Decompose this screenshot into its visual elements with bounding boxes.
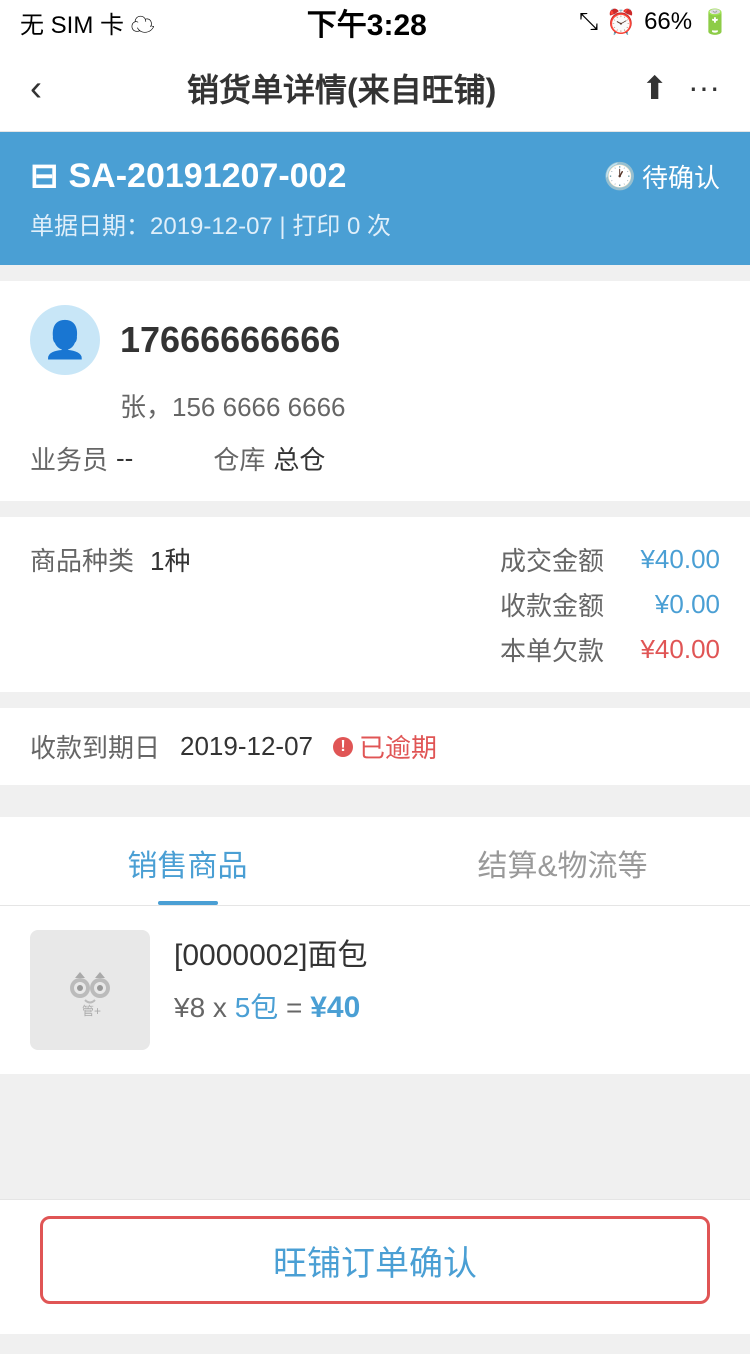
product-logo: 管+ bbox=[60, 960, 120, 1020]
nav-bar: ‹ 销货单详情(来自旺铺) ⬆ ··· bbox=[0, 44, 750, 132]
product-info: [0000002]面包 ¥8 x 5包 = ¥40 bbox=[174, 930, 720, 1026]
collection-amount-row: 收款金额 ¥0.00 bbox=[500, 586, 720, 623]
order-date-info: 单据日期：2019-12-07 | 打印 0 次 bbox=[30, 206, 720, 241]
total-text: ¥40 bbox=[310, 991, 360, 1024]
customer-phone: 17666666666 bbox=[120, 319, 340, 361]
salesperson-value: -- bbox=[116, 443, 133, 474]
avatar: 👤 bbox=[30, 305, 100, 375]
transaction-amount-row: 成交金额 ¥40.00 bbox=[500, 541, 720, 578]
more-icon[interactable]: ··· bbox=[688, 69, 720, 106]
overdue-text: 已逾期 bbox=[359, 728, 437, 765]
due-date-value: 2019-12-07 bbox=[180, 731, 313, 762]
battery-text: 66% bbox=[644, 8, 692, 36]
equal-text: = bbox=[278, 992, 310, 1023]
status-left: 无 SIM 卡 ☁ bbox=[20, 5, 155, 40]
quantity-text: 5包 bbox=[235, 992, 279, 1023]
tab-settlement-label: 结算&物流等 bbox=[477, 850, 647, 883]
avatar-icon: 👤 bbox=[43, 319, 88, 361]
status-time: 下午3:28 bbox=[307, 0, 427, 44]
confirm-order-button[interactable]: 旺铺订单确认 bbox=[40, 1216, 710, 1304]
order-header-top: ⊟ SA-20191207-002 🕐 待确认 bbox=[30, 156, 720, 196]
share-icon[interactable]: ⬆ bbox=[641, 69, 668, 107]
product-card: 管+ [0000002]面包 ¥8 x 5包 = ¥40 bbox=[0, 906, 750, 1074]
owl-logo-icon: 管+ bbox=[60, 960, 120, 1020]
debt-label: 本单欠款 bbox=[500, 631, 604, 668]
price-text: ¥8 x bbox=[174, 992, 235, 1023]
svg-text:管+: 管+ bbox=[82, 1003, 101, 1018]
debt-value: ¥40.00 bbox=[640, 634, 720, 665]
page-title: 销货单详情(来自旺铺) bbox=[187, 65, 496, 111]
transaction-label: 成交金额 bbox=[500, 541, 604, 578]
location-icon: ⤡ bbox=[579, 8, 598, 36]
collection-label: 收款金额 bbox=[500, 586, 604, 623]
transaction-value: ¥40.00 bbox=[640, 544, 720, 575]
product-thumbnail: 管+ bbox=[30, 930, 150, 1050]
battery-icon: 🔋 bbox=[700, 8, 730, 37]
collection-value: ¥0.00 bbox=[655, 589, 720, 620]
amounts-column: 成交金额 ¥40.00 收款金额 ¥0.00 本单欠款 ¥40.00 bbox=[500, 541, 720, 668]
due-date-card: 收款到期日 2019-12-07 ! 已逾期 bbox=[0, 708, 750, 785]
overdue-badge: ! 已逾期 bbox=[333, 728, 437, 765]
alarm-icon: ⏰ bbox=[606, 8, 636, 37]
warehouse-group: 仓库 总仓 bbox=[213, 440, 325, 477]
status-right: ⤡ ⏰ 66% 🔋 bbox=[579, 8, 730, 37]
order-id: ⊟ SA-20191207-002 bbox=[30, 156, 346, 196]
back-button[interactable]: ‹ bbox=[30, 67, 42, 109]
warehouse-value: 总仓 bbox=[273, 440, 325, 477]
goods-count-label: 商品种类 bbox=[30, 541, 134, 578]
status-bar: 无 SIM 卡 ☁ 下午3:28 ⤡ ⏰ 66% 🔋 bbox=[0, 0, 750, 44]
tab-settlement[interactable]: 结算&物流等 bbox=[375, 817, 750, 905]
order-header: ⊟ SA-20191207-002 🕐 待确认 单据日期：2019-12-07 … bbox=[0, 132, 750, 265]
tab-sales-goods[interactable]: 销售商品 bbox=[0, 817, 375, 905]
product-price-row: ¥8 x 5包 = ¥40 bbox=[174, 986, 720, 1026]
product-name: [0000002]面包 bbox=[174, 930, 720, 974]
order-icon: ⊟ bbox=[30, 156, 59, 196]
clock-icon: 🕐 bbox=[604, 161, 636, 192]
tabs-container: 销售商品 结算&物流等 bbox=[0, 817, 750, 906]
nav-actions: ⬆ ··· bbox=[641, 69, 720, 107]
goods-count-value: 1种 bbox=[150, 541, 190, 578]
divider-2 bbox=[0, 692, 750, 708]
salesperson-label: 业务员 bbox=[30, 440, 108, 477]
summary-content: 商品种类 1种 成交金额 ¥40.00 收款金额 ¥0.00 本单欠款 ¥40.… bbox=[30, 541, 720, 668]
customer-name: 张，156 6666 6666 bbox=[30, 387, 720, 424]
salesperson-group: 业务员 -- bbox=[30, 440, 133, 477]
debt-amount-row: 本单欠款 ¥40.00 bbox=[500, 631, 720, 668]
customer-meta: 业务员 -- 仓库 总仓 bbox=[30, 440, 720, 477]
summary-card: 商品种类 1种 成交金额 ¥40.00 收款金额 ¥0.00 本单欠款 ¥40.… bbox=[0, 517, 750, 692]
bottom-bar: 旺铺订单确认 bbox=[0, 1199, 750, 1334]
order-status: 🕐 待确认 bbox=[604, 158, 720, 195]
warehouse-label: 仓库 bbox=[213, 440, 265, 477]
tab-sales-label: 销售商品 bbox=[128, 850, 248, 883]
status-text: 待确认 bbox=[642, 158, 720, 195]
customer-phone-row: 👤 17666666666 bbox=[30, 305, 720, 375]
no-sim-text: 无 SIM 卡 ☁ bbox=[20, 5, 155, 40]
divider-1 bbox=[0, 501, 750, 517]
divider-3 bbox=[0, 785, 750, 801]
due-date-label: 收款到期日 bbox=[30, 728, 160, 765]
overdue-icon: ! bbox=[333, 737, 353, 757]
customer-card: 👤 17666666666 张，156 6666 6666 业务员 -- 仓库 … bbox=[0, 281, 750, 501]
order-id-text: SA-20191207-002 bbox=[69, 157, 347, 196]
